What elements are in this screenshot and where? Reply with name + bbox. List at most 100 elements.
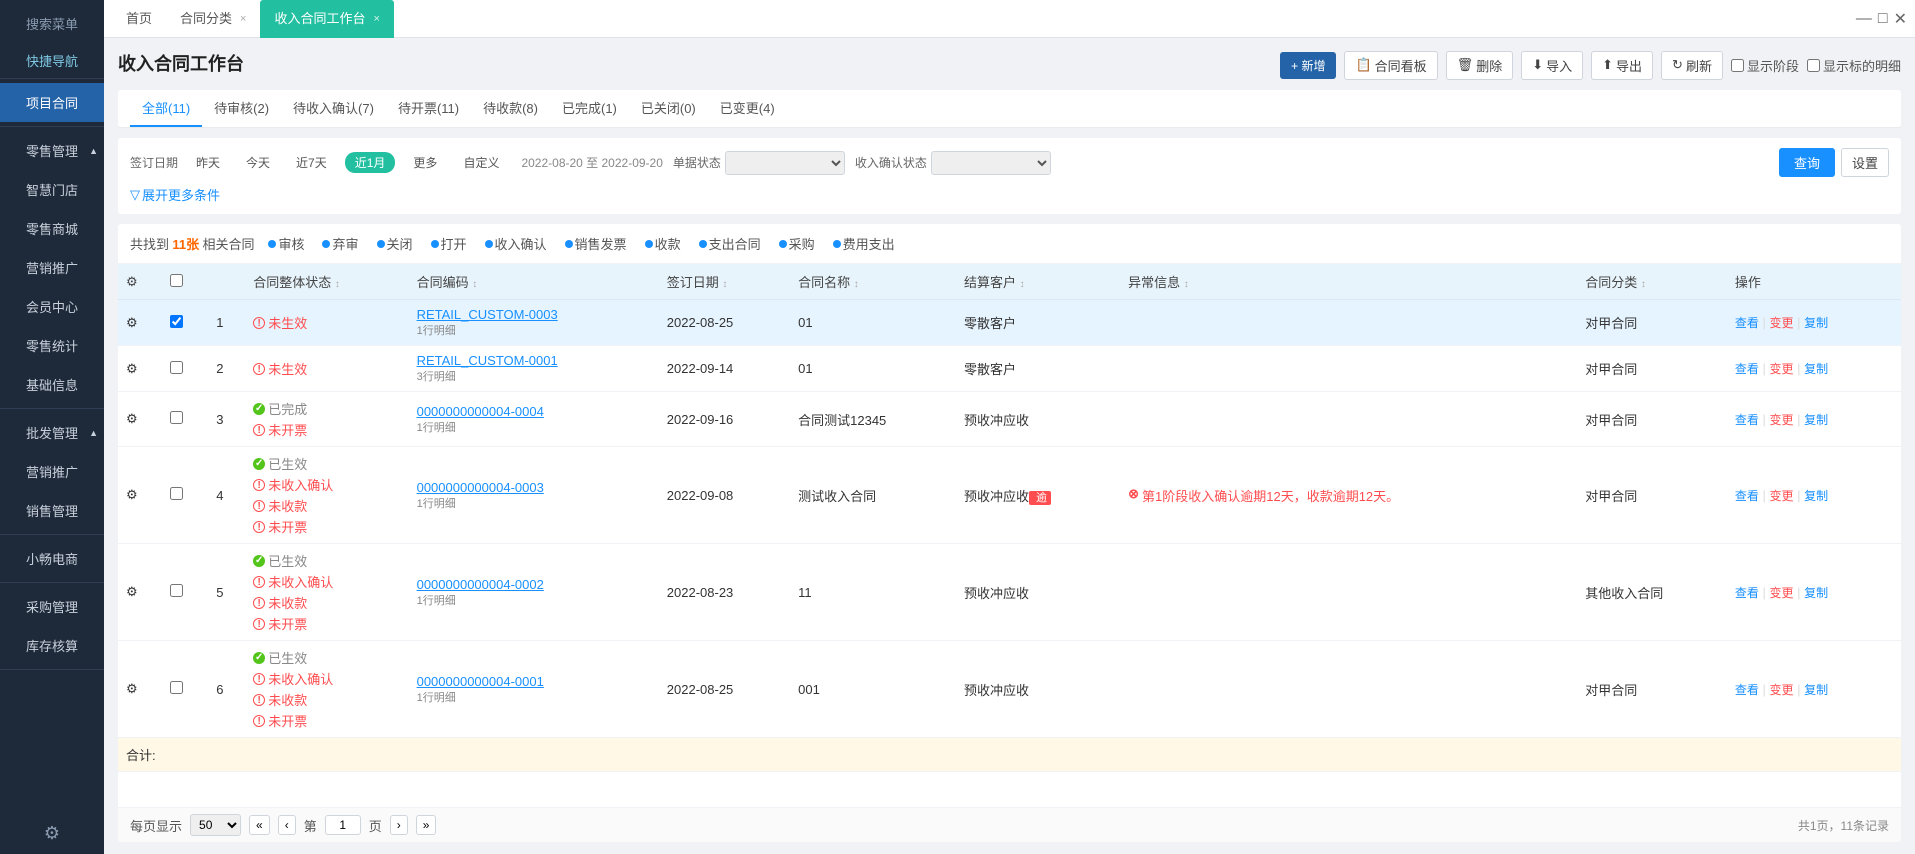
op-btn-复制[interactable]: 复制: [1804, 489, 1828, 503]
action-btn-abandon[interactable]: 弃审: [316, 232, 364, 255]
filter-tab-pending_review[interactable]: 待审核(2): [202, 90, 281, 127]
doc-status-select[interactable]: [725, 151, 845, 175]
income-confirm-select[interactable]: [931, 151, 1051, 175]
op-btn-变更[interactable]: 变更: [1770, 586, 1794, 600]
col-overall-status[interactable]: 合同整体状态 ↕: [245, 264, 408, 300]
op-btn-复制[interactable]: 复制: [1804, 362, 1828, 376]
contract-code-link[interactable]: 0000000000004-0004: [417, 404, 651, 419]
col-settlement-customer[interactable]: 结算客户 ↕: [956, 264, 1120, 300]
action-btn-collection[interactable]: 收款: [639, 232, 687, 255]
row-settings-icon[interactable]: ⚙: [118, 346, 162, 392]
row-settings-icon[interactable]: ⚙: [118, 447, 162, 544]
op-btn-变更[interactable]: 变更: [1770, 489, 1794, 503]
sidebar-item-basic_info[interactable]: 基础信息: [0, 365, 104, 404]
new-button[interactable]: + 新增: [1280, 52, 1336, 79]
sidebar-item-inventory[interactable]: 库存核算: [0, 626, 104, 665]
op-btn-复制[interactable]: 复制: [1804, 413, 1828, 427]
show-phase-checkbox[interactable]: 显示阶段: [1731, 56, 1799, 75]
date-btn-today[interactable]: 今天: [238, 152, 278, 173]
minimize-btn[interactable]: —: [1856, 10, 1872, 28]
contract-code-link[interactable]: 0000000000004-0002: [417, 577, 651, 592]
contract-code-link[interactable]: 0000000000004-0003: [417, 480, 651, 495]
op-btn-变更[interactable]: 变更: [1770, 316, 1794, 330]
row-checkbox[interactable]: [170, 681, 183, 694]
contract-board-button[interactable]: 📋 合同看板: [1344, 51, 1437, 80]
sidebar-item-sales_mgmt[interactable]: 销售管理: [0, 491, 104, 530]
tab-income_workbench[interactable]: 收入合同工作台×: [260, 0, 393, 38]
action-btn-income_confirm[interactable]: 收入确认: [479, 232, 553, 255]
refresh-button[interactable]: ↻ 刷新: [1661, 51, 1723, 80]
filter-tab-completed[interactable]: 已完成(1): [550, 90, 629, 127]
row-checkbox[interactable]: [170, 361, 183, 374]
op-btn-查看[interactable]: 查看: [1735, 362, 1759, 376]
table-scroll[interactable]: ⚙ 合同整体状态 ↕ 合同编码 ↕ 签订日期 ↕ 合同名称 ↕ 结算客户 ↕ 异…: [118, 264, 1901, 807]
tab-close-income_workbench[interactable]: ×: [373, 0, 379, 38]
row-settings-icon[interactable]: ⚙: [118, 641, 162, 738]
contract-code-link[interactable]: RETAIL_CUSTOM-0001: [417, 353, 651, 368]
op-btn-变更[interactable]: 变更: [1770, 413, 1794, 427]
filter-tab-closed[interactable]: 已关闭(0): [629, 90, 708, 127]
filter-tab-pending_income_confirm[interactable]: 待收入确认(7): [281, 90, 386, 127]
sidebar-search[interactable]: 搜索菜单: [0, 0, 104, 43]
op-btn-复制[interactable]: 复制: [1804, 683, 1828, 697]
close-btn[interactable]: ✕: [1894, 9, 1907, 29]
filter-tab-changed[interactable]: 已变更(4): [708, 90, 787, 127]
action-btn-close[interactable]: 关闭: [371, 232, 419, 255]
sidebar-settings[interactable]: ⚙: [0, 813, 104, 854]
sidebar-item-mkt_promo2[interactable]: 营销推广: [0, 452, 104, 491]
filter-settings-button[interactable]: 设置: [1841, 148, 1889, 177]
maximize-btn[interactable]: □: [1878, 10, 1888, 28]
col-settings[interactable]: ⚙: [118, 264, 162, 300]
import-button[interactable]: ⬇ 导入: [1521, 51, 1583, 80]
row-settings-icon[interactable]: ⚙: [118, 392, 162, 447]
op-btn-变更[interactable]: 变更: [1770, 362, 1794, 376]
action-btn-purchase[interactable]: 采购: [773, 232, 821, 255]
page-input[interactable]: [325, 815, 361, 835]
date-btn-1month[interactable]: 近1月: [345, 152, 396, 173]
row-settings-icon[interactable]: ⚙: [118, 300, 162, 346]
sidebar-item-mkt_promo[interactable]: 营销推广: [0, 248, 104, 287]
expand-more-btn[interactable]: ▽ 展开更多条件: [130, 185, 220, 204]
col-contract-code[interactable]: 合同编码 ↕: [409, 264, 659, 300]
action-btn-expense_out[interactable]: 费用支出: [827, 232, 901, 255]
sidebar-item-retail_mall[interactable]: 零售商城: [0, 209, 104, 248]
row-checkbox[interactable]: [170, 315, 183, 328]
sidebar-item-batch_mgmt[interactable]: 批发管理: [0, 413, 104, 452]
sidebar-item-retail_mgmt[interactable]: 零售管理: [0, 131, 104, 170]
page-size-select[interactable]: 50 10 20 100: [190, 814, 241, 836]
tab-close-contract_type[interactable]: ×: [240, 0, 246, 38]
filter-tab-pending_payment[interactable]: 待收款(8): [471, 90, 550, 127]
row-checkbox[interactable]: [170, 584, 183, 597]
last-page-btn[interactable]: »: [416, 815, 437, 835]
contract-code-link[interactable]: RETAIL_CUSTOM-0003: [417, 307, 651, 322]
date-btn-custom[interactable]: 自定义: [455, 152, 507, 173]
col-sign-date[interactable]: 签订日期 ↕: [659, 264, 790, 300]
sidebar-item-purchase[interactable]: 采购管理: [0, 587, 104, 626]
op-btn-复制[interactable]: 复制: [1804, 316, 1828, 330]
action-btn-review[interactable]: 审核: [262, 232, 310, 255]
sidebar-item-member[interactable]: 会员中心: [0, 287, 104, 326]
sidebar-quick-nav[interactable]: 快捷导航: [0, 43, 104, 74]
row-settings-icon[interactable]: ⚙: [118, 544, 162, 641]
op-btn-变更[interactable]: 变更: [1770, 683, 1794, 697]
action-btn-expense_contract[interactable]: 支出合同: [693, 232, 767, 255]
first-page-btn[interactable]: «: [249, 815, 270, 835]
op-btn-查看[interactable]: 查看: [1735, 586, 1759, 600]
col-checkbox[interactable]: [162, 264, 208, 300]
tab-contract_type[interactable]: 合同分类×: [166, 0, 260, 38]
op-btn-查看[interactable]: 查看: [1735, 489, 1759, 503]
sidebar-item-xiaoei[interactable]: 小畅电商: [0, 539, 104, 578]
query-button[interactable]: 查询: [1779, 148, 1835, 177]
date-btn-7days[interactable]: 近7天: [288, 152, 335, 173]
sidebar-item-smart_store[interactable]: 智慧门店: [0, 170, 104, 209]
prev-page-btn[interactable]: ‹: [278, 815, 296, 835]
row-checkbox[interactable]: [170, 411, 183, 424]
col-contract-type[interactable]: 合同分类 ↕: [1577, 264, 1727, 300]
date-btn-more[interactable]: 更多: [405, 152, 445, 173]
col-contract-name[interactable]: 合同名称 ↕: [790, 264, 956, 300]
show-detail-checkbox[interactable]: 显示标的明细: [1807, 56, 1901, 75]
date-btn-yesterday[interactable]: 昨天: [188, 152, 228, 173]
action-btn-sales_invoice[interactable]: 销售发票: [559, 232, 633, 255]
next-page-btn[interactable]: ›: [390, 815, 408, 835]
filter-tab-all[interactable]: 全部(11): [130, 90, 202, 127]
